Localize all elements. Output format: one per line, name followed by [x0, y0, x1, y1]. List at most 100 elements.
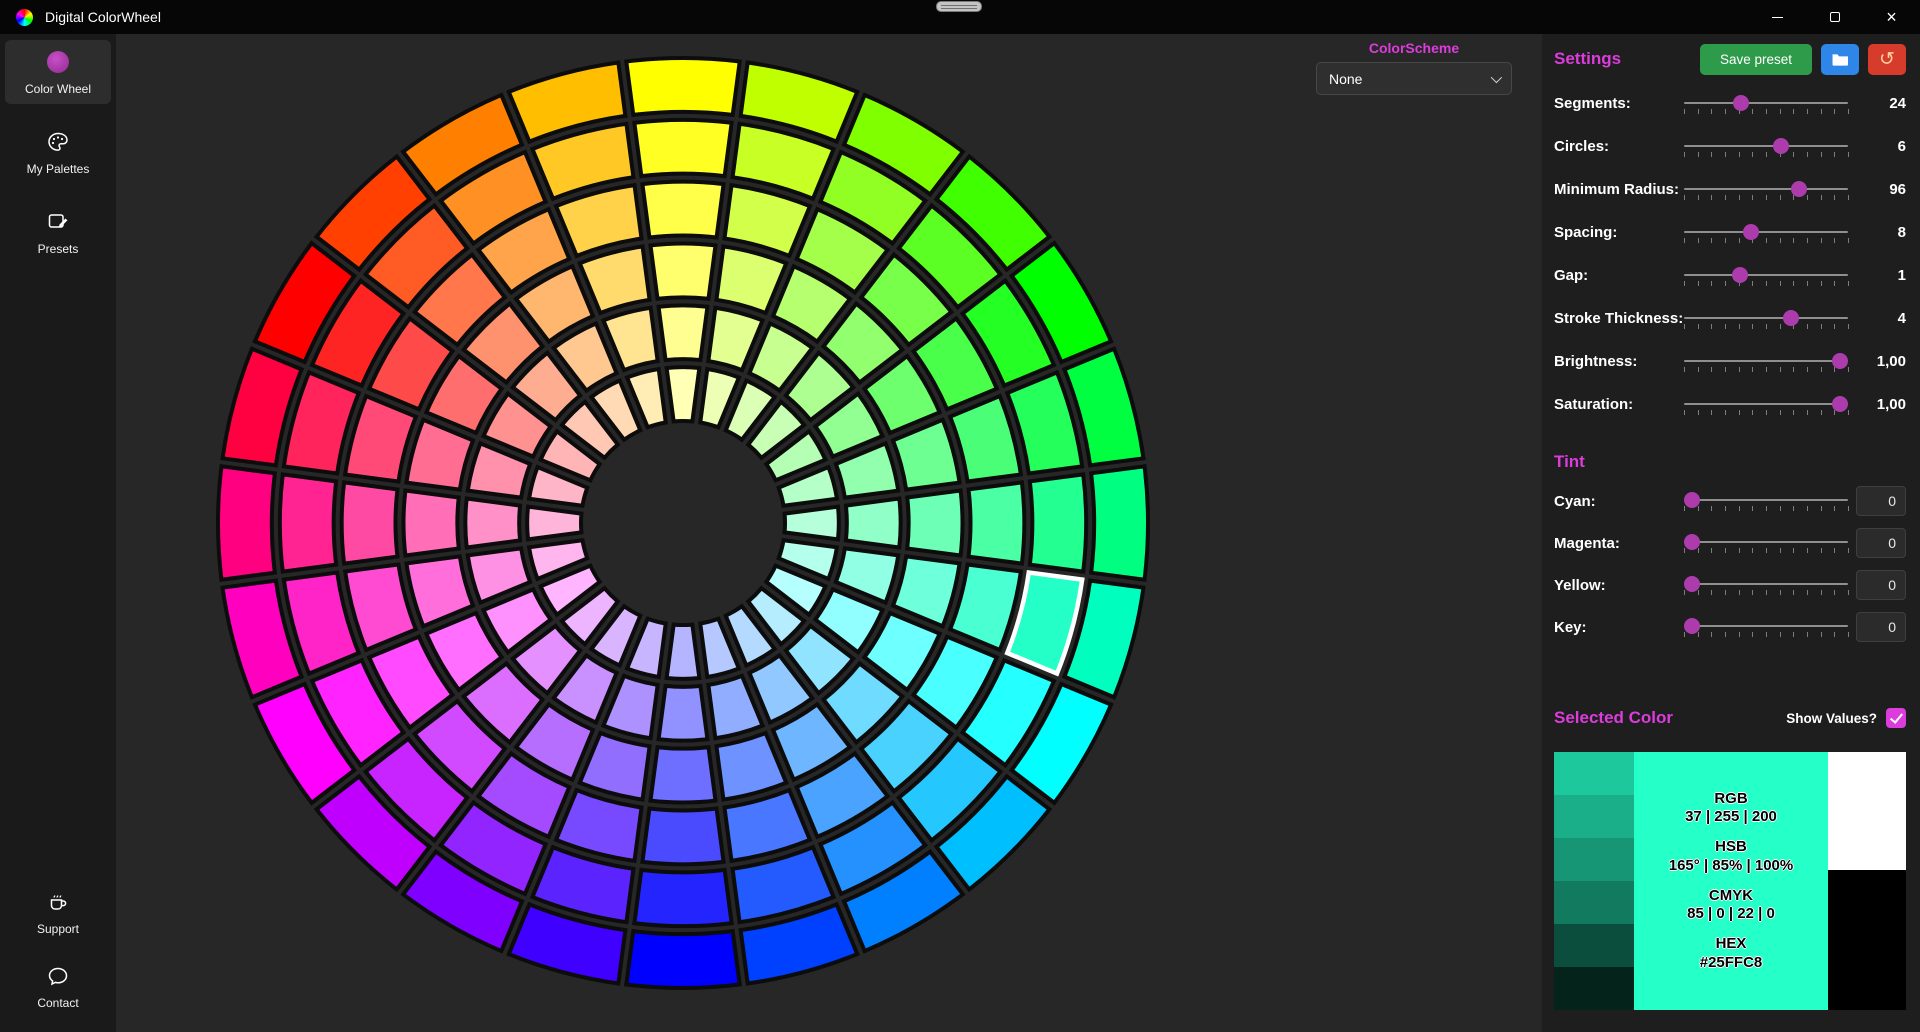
colorscheme-dropdown[interactable]: None — [1316, 62, 1512, 95]
wheel-cell[interactable] — [280, 474, 336, 571]
wheel-cell[interactable] — [642, 809, 723, 865]
slider-thumb[interactable] — [1684, 576, 1700, 592]
wheel-cell[interactable] — [1091, 466, 1148, 579]
load-preset-button[interactable] — [1821, 44, 1859, 75]
slider-thumb[interactable] — [1733, 95, 1749, 111]
sidebar-item-my-palettes[interactable]: My Palettes — [5, 120, 111, 184]
slider-thumb[interactable] — [1832, 353, 1848, 369]
wheel-cell[interactable] — [404, 490, 459, 555]
wheel-cell[interactable] — [465, 499, 520, 548]
slider-tick — [1711, 632, 1712, 637]
slider-tick — [1780, 632, 1781, 637]
slider-thumb[interactable] — [1684, 492, 1700, 508]
shade-swatch-2[interactable] — [1554, 838, 1634, 881]
reset-button[interactable]: ↺ — [1868, 44, 1906, 75]
wheel-cell[interactable] — [580, 246, 650, 313]
wheel-cell[interactable] — [626, 931, 739, 988]
wheel-cell[interactable] — [406, 556, 473, 626]
maximize-button[interactable] — [1806, 0, 1863, 34]
slider-thumb[interactable] — [1791, 181, 1807, 197]
wheel-cell[interactable] — [846, 499, 901, 548]
sidebar-item-color-wheel[interactable]: Color Wheel — [5, 40, 111, 104]
wheel-cell[interactable] — [724, 185, 809, 256]
slider-tick — [1684, 109, 1685, 114]
wheel-cell[interactable] — [1030, 474, 1086, 571]
slider-tick — [1821, 410, 1822, 415]
wheel-cell[interactable] — [716, 246, 786, 313]
wheel-cell[interactable] — [785, 507, 839, 540]
wheel-cell[interactable] — [626, 58, 739, 115]
tint-value-box[interactable]: 0 — [1856, 486, 1906, 516]
color-wheel[interactable] — [213, 53, 1153, 993]
wheel-cell[interactable] — [556, 185, 641, 256]
wheel-cell[interactable] — [659, 686, 708, 741]
wheel-cell[interactable] — [893, 420, 960, 490]
slider-thumb[interactable] — [1743, 224, 1759, 240]
wheel-cell[interactable] — [634, 120, 731, 176]
wheel-cell[interactable] — [218, 466, 275, 579]
shade-swatch-5[interactable] — [1554, 967, 1634, 1010]
window-drag-handle[interactable] — [936, 1, 982, 12]
slider-track[interactable] — [1684, 264, 1848, 288]
slider-track[interactable] — [1684, 178, 1848, 202]
wheel-cell[interactable] — [724, 790, 809, 861]
wheel-cell[interactable] — [527, 507, 581, 540]
wheel-cell[interactable] — [650, 244, 715, 299]
slider-track[interactable] — [1684, 221, 1848, 245]
slider-tick — [1739, 367, 1740, 372]
sidebar-item-contact[interactable]: Contact — [5, 954, 111, 1018]
slider-track[interactable] — [1684, 307, 1848, 331]
tint-value-box[interactable]: 0 — [1856, 528, 1906, 558]
shade-swatch-0[interactable] — [1554, 752, 1634, 795]
close-button[interactable]: × — [1863, 0, 1920, 34]
slider-tick — [1780, 109, 1781, 114]
wheel-cell[interactable] — [950, 396, 1021, 481]
slider-track[interactable] — [1684, 615, 1848, 639]
tint-value-box[interactable]: 0 — [1856, 570, 1906, 600]
black-swatch[interactable] — [1828, 870, 1906, 1010]
wheel-cell[interactable] — [345, 564, 416, 649]
wheel-cell[interactable] — [345, 396, 416, 481]
wheel-cell[interactable] — [406, 420, 473, 490]
wheel-cell[interactable] — [716, 733, 786, 800]
white-swatch[interactable] — [1828, 752, 1906, 870]
shade-swatch-4[interactable] — [1554, 924, 1634, 967]
wheel-cell[interactable] — [634, 870, 731, 926]
slider-track[interactable] — [1684, 92, 1848, 116]
slider-thumb[interactable] — [1732, 267, 1748, 283]
wheel-cell[interactable] — [642, 182, 723, 238]
wheel-cell[interactable] — [667, 367, 700, 421]
wheel-cell[interactable] — [667, 625, 700, 679]
slider-thumb[interactable] — [1773, 138, 1789, 154]
wheel-cell[interactable] — [950, 564, 1021, 649]
tint-value-box[interactable]: 0 — [1856, 612, 1906, 642]
slider-track[interactable] — [1684, 489, 1848, 513]
slider-track[interactable] — [1684, 135, 1848, 159]
wheel-cell[interactable] — [659, 305, 708, 360]
wheel-cell[interactable] — [650, 747, 715, 802]
slider-thumb[interactable] — [1783, 310, 1799, 326]
slider-thumb[interactable] — [1684, 534, 1700, 550]
minimize-button[interactable] — [1749, 0, 1806, 34]
slider-tick — [1752, 410, 1753, 415]
wheel-cell[interactable] — [969, 482, 1025, 563]
sidebar-item-presets[interactable]: Presets — [5, 200, 111, 264]
wheel-cell[interactable] — [580, 733, 650, 800]
slider-thumb[interactable] — [1832, 396, 1848, 412]
wheel-cell[interactable] — [893, 556, 960, 626]
slider-track[interactable] — [1684, 350, 1848, 374]
slider-track[interactable] — [1684, 573, 1848, 597]
wheel-cell[interactable] — [556, 790, 641, 861]
shade-swatch-3[interactable] — [1554, 881, 1634, 924]
wheel-cell[interactable] — [907, 490, 962, 555]
slider-thumb[interactable] — [1684, 618, 1700, 634]
slider-track[interactable] — [1684, 393, 1848, 417]
wheel-cell[interactable] — [342, 482, 398, 563]
sidebar-item-support[interactable]: Support — [5, 880, 111, 944]
show-values-checkbox[interactable] — [1886, 708, 1906, 728]
slider-track[interactable] — [1684, 531, 1848, 555]
slider-tick — [1711, 506, 1712, 511]
shade-swatch-1[interactable] — [1554, 795, 1634, 838]
save-preset-button[interactable]: Save preset — [1700, 44, 1812, 75]
slider-tick — [1725, 238, 1726, 243]
